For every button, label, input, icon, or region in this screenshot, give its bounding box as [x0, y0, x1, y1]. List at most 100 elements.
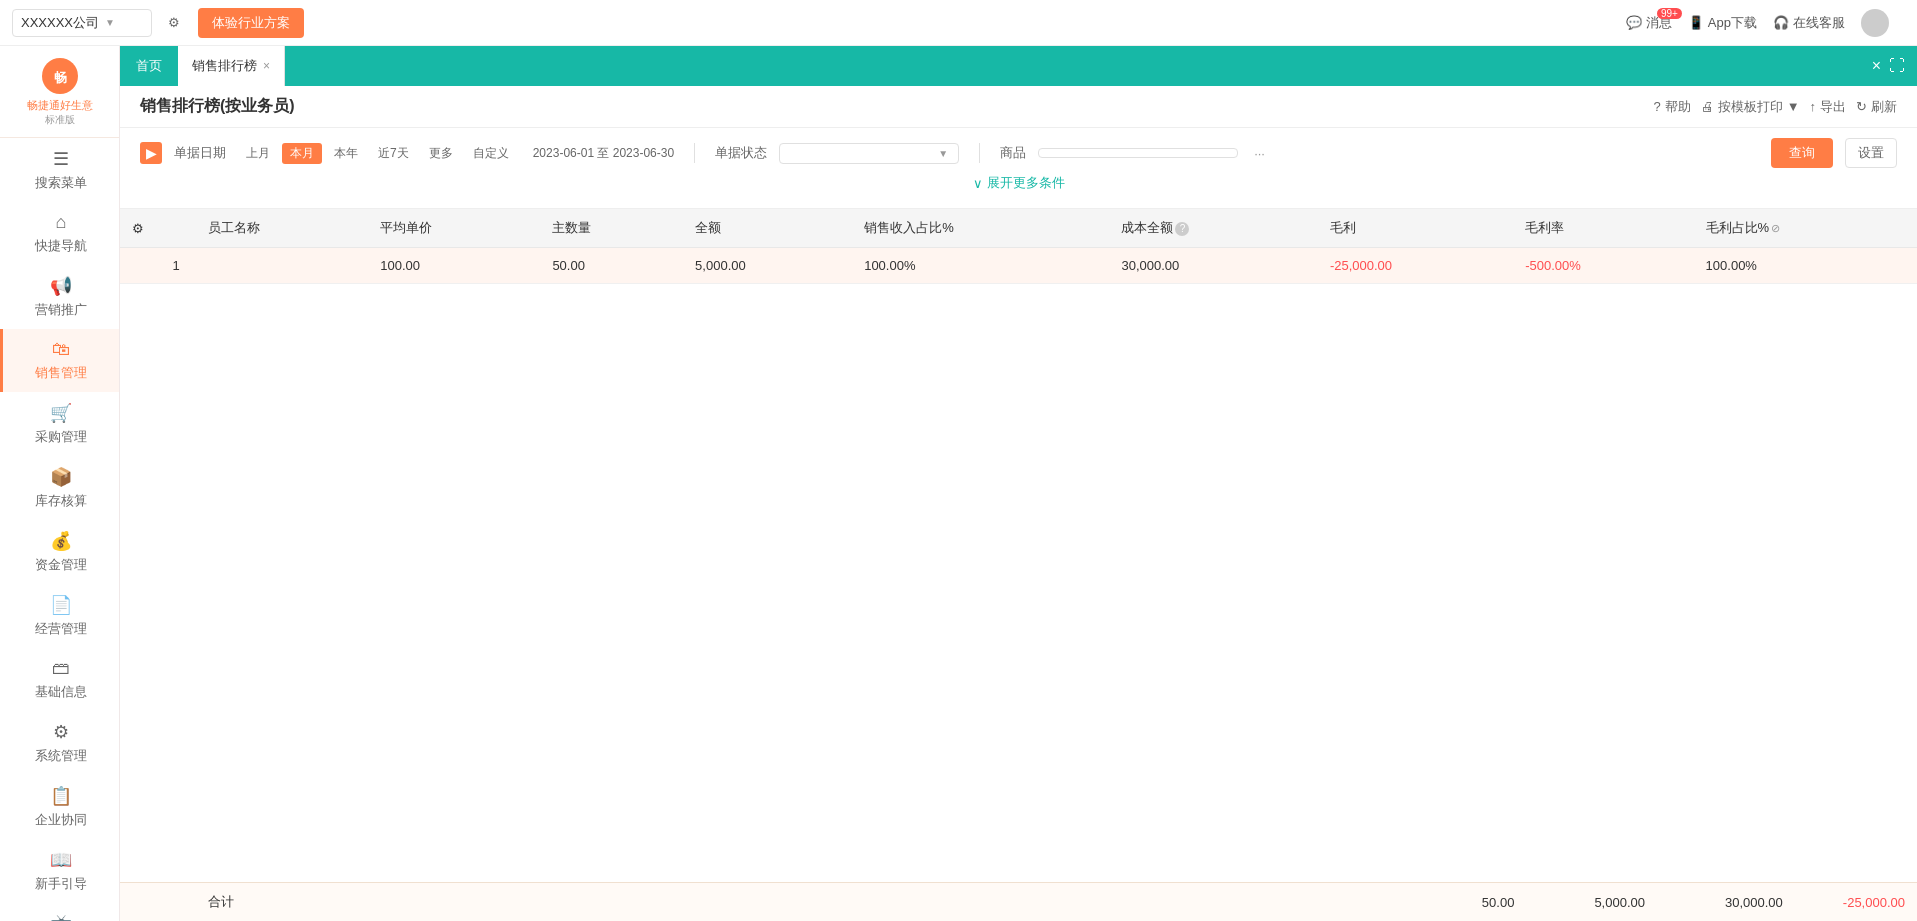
cell-rank: 1	[156, 248, 196, 284]
sidebar-item-marketing[interactable]: 📢 营销推广	[0, 265, 119, 329]
user-avatar[interactable]	[1861, 9, 1889, 37]
filter-more-dots[interactable]: ···	[1254, 146, 1265, 161]
top-bar-right: 💬 消息 99+ 📱 App下载 🎧 在线客服	[1626, 9, 1905, 37]
status-select[interactable]: ▼	[779, 143, 959, 164]
date-opt-this-year[interactable]: 本年	[326, 143, 366, 164]
date-opt-this-month[interactable]: 本月	[282, 143, 322, 164]
col-gross-rate: 毛利率	[1513, 209, 1693, 248]
col-avg-price: 平均单价	[368, 209, 540, 248]
goods-input[interactable]	[1038, 148, 1238, 158]
status-filter-label: 单据状态	[715, 144, 767, 162]
sidebar-item-purchase[interactable]: 🛒 采购管理	[0, 392, 119, 456]
cell-gross-rate: -500.00%	[1513, 248, 1693, 284]
topbar-settings-button[interactable]: ⚙	[160, 9, 188, 37]
export-button[interactable]: ↑ 导出	[1810, 98, 1847, 116]
filter-settings-button[interactable]: 设置	[1845, 138, 1897, 168]
message-button[interactable]: 💬 消息 99+	[1626, 14, 1672, 32]
search-icon: ☰	[53, 148, 69, 170]
filter-row-1: ▶ 单据日期 上月 本月 本年 近7天 更多 自定义 2023-06-01 至 …	[140, 138, 1897, 168]
help-button[interactable]: ? 帮助	[1653, 98, 1690, 116]
col-sales-ratio: 销售收入占比%	[852, 209, 1109, 248]
main-layout: 畅 畅捷通好生意 标准版 ☰ 搜索菜单 ⌂ 快捷导航 📢 营销推广 🛍 销售管理…	[0, 46, 1917, 921]
sidebar-item-search-label: 搜索菜单	[35, 174, 87, 192]
date-filter-label: 单据日期	[174, 144, 226, 162]
col-rank	[156, 209, 196, 248]
tab-bar-right: × ⛶	[1872, 57, 1917, 75]
home-icon: ⌂	[56, 212, 67, 233]
app-download-button[interactable]: 📱 App下载	[1688, 14, 1757, 32]
sales-icon: 🛍	[52, 339, 70, 360]
sidebar-item-quick-nav[interactable]: ⌂ 快捷导航	[0, 202, 119, 265]
content-area: 首页 销售排行榜 × × ⛶ 销售排行榜(按业务员) ? 帮助	[120, 46, 1917, 921]
cell-gross-ratio: 100.00%	[1694, 248, 1917, 284]
date-opt-custom[interactable]: 自定义	[465, 143, 517, 164]
col-amount: 全额	[683, 209, 852, 248]
sidebar-item-system[interactable]: ⚙ 系统管理	[0, 711, 119, 775]
help-label: 帮助	[1665, 98, 1691, 116]
sidebar-item-finance-label: 资金管理	[35, 556, 87, 574]
cell-sales-ratio: 100.00%	[852, 248, 1109, 284]
col-name: 员工名称	[196, 209, 368, 248]
tab-sales-ranking[interactable]: 销售排行榜 ×	[178, 46, 285, 86]
cell-cost: 30,000.00	[1109, 248, 1317, 284]
service-label: 在线客服	[1793, 14, 1845, 32]
sidebar-item-apps[interactable]: 📺 应用中心	[0, 903, 119, 921]
window-close-icon[interactable]: ×	[1872, 57, 1881, 75]
sidebar-item-guide[interactable]: 📖 新手引导	[0, 839, 119, 903]
col-settings[interactable]: ⚙	[120, 209, 156, 248]
col-gross-ratio: 毛利占比%⊘	[1694, 209, 1917, 248]
top-bar: XXXXXX公司 ▼ ⚙ 体验行业方案 💬 消息 99+ 📱 App下载 🎧 在…	[0, 0, 1917, 46]
col-cost: 成本全额?	[1109, 209, 1317, 248]
print-button[interactable]: 🖨 按模板打印 ▼	[1701, 98, 1800, 116]
sidebar-item-enterprise[interactable]: 📋 企业协同	[0, 775, 119, 839]
refresh-button[interactable]: ↻ 刷新	[1856, 98, 1897, 116]
filter-divider-2	[979, 143, 980, 163]
tab-close-icon[interactable]: ×	[263, 59, 270, 73]
fullscreen-icon[interactable]: ⛶	[1889, 57, 1905, 75]
col-quantity: 主数量	[540, 209, 683, 248]
footer-gross: -25,000.00	[1843, 895, 1905, 910]
sidebar-item-inventory[interactable]: 📦 库存核算	[0, 456, 119, 520]
sidebar-item-sales-label: 销售管理	[35, 364, 87, 382]
date-range-display: 2023-06-01 至 2023-06-30	[533, 145, 674, 162]
app-icon: 📱	[1688, 15, 1704, 30]
purchase-icon: 🛒	[50, 402, 72, 424]
sidebar-item-purchase-label: 采购管理	[35, 428, 87, 446]
gross-ratio-icon: ⊘	[1771, 222, 1780, 234]
sidebar-item-search[interactable]: ☰ 搜索菜单	[0, 138, 119, 202]
trial-button[interactable]: 体验行业方案	[198, 8, 304, 38]
sidebar-item-enterprise-label: 企业协同	[35, 811, 87, 829]
cell-quantity: 50.00	[540, 248, 683, 284]
tab-home[interactable]: 首页	[120, 46, 178, 86]
guide-icon: 📖	[50, 849, 72, 871]
export-label: 导出	[1820, 98, 1846, 116]
sidebar-item-sales[interactable]: 🛍 销售管理	[0, 329, 119, 392]
date-opt-more[interactable]: 更多	[421, 143, 461, 164]
logo-sub: 标准版	[45, 113, 75, 127]
query-button[interactable]: 查询	[1771, 138, 1833, 168]
apps-icon: 📺	[50, 913, 72, 921]
online-service-button[interactable]: 🎧 在线客服	[1773, 14, 1845, 32]
company-name: XXXXXX公司	[21, 14, 99, 32]
expand-more-btn[interactable]: ∨ 展开更多条件	[140, 168, 1897, 198]
date-opt-last-7[interactable]: 近7天	[370, 143, 417, 164]
filter-toggle-btn[interactable]: ▶	[140, 142, 162, 164]
tab-sales-label: 销售排行榜	[192, 57, 257, 75]
sidebar-item-finance[interactable]: 💰 资金管理	[0, 520, 119, 584]
print-chevron-icon: ▼	[1787, 99, 1800, 114]
filter-bar: ▶ 单据日期 上月 本月 本年 近7天 更多 自定义 2023-06-01 至 …	[120, 128, 1917, 209]
sidebar-item-operations[interactable]: 📄 经营管理	[0, 584, 119, 648]
message-icon: 💬	[1626, 15, 1642, 30]
company-selector[interactable]: XXXXXX公司 ▼	[12, 9, 152, 37]
date-opt-last-month[interactable]: 上月	[238, 143, 278, 164]
sidebar-item-basic-info[interactable]: 🗃 基础信息	[0, 648, 119, 711]
expand-chevron-icon: ∨	[973, 176, 983, 191]
table-row: 1 100.00 50.00 5,000.00 100.00% 30,000.0…	[120, 248, 1917, 284]
company-chevron-icon: ▼	[105, 17, 115, 28]
page-header: 销售排行榜(按业务员) ? 帮助 🖨 按模板打印 ▼ ↑ 导出	[120, 86, 1917, 128]
footer-quantity: 50.00	[1482, 895, 1515, 910]
cost-info-icon[interactable]: ?	[1175, 222, 1189, 236]
cell-gross: -25,000.00	[1318, 248, 1513, 284]
print-label: 按模板打印	[1718, 98, 1783, 116]
marketing-icon: 📢	[50, 275, 72, 297]
